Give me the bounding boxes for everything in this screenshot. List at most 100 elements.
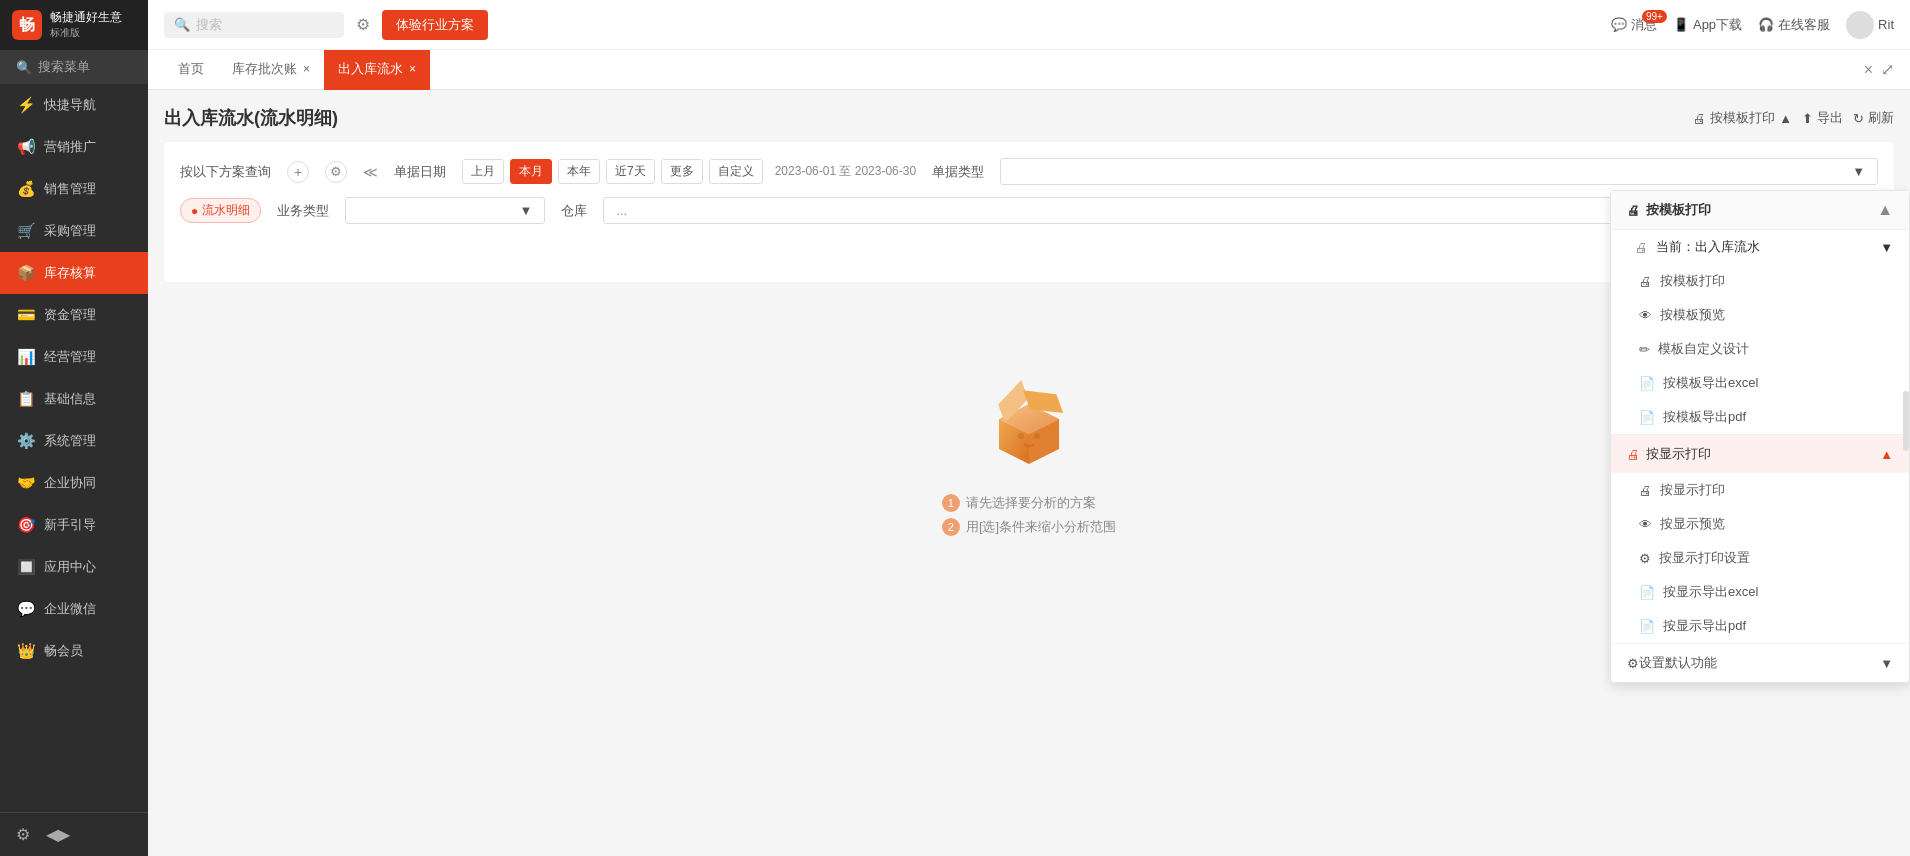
empty-illustration bbox=[979, 374, 1079, 474]
search-icon: 🔍 bbox=[16, 60, 32, 75]
dropdown-display-pdf[interactable]: 📄 按显示导出pdf bbox=[1611, 609, 1909, 643]
sidebar-item-shortcuts[interactable]: ⚡ 快捷导航 bbox=[0, 84, 148, 126]
dropdown-header: 🖨 按模板打印 ▲ bbox=[1611, 191, 1909, 230]
sidebar-item-weixin[interactable]: 💬 企业微信 bbox=[0, 588, 148, 630]
date-btn-more[interactable]: 更多 bbox=[661, 159, 703, 184]
warehouse-label: 仓库 bbox=[561, 202, 587, 220]
date-btn-this-month[interactable]: 本月 bbox=[510, 159, 552, 184]
dropdown-template-preview[interactable]: 👁 按模板预览 bbox=[1611, 298, 1909, 332]
item-label: 按模板打印 bbox=[1660, 272, 1725, 290]
print-icon: 🖨 bbox=[1627, 203, 1640, 218]
basics-icon: 📋 bbox=[16, 390, 36, 408]
template-section: 🖨 按模板打印 👁 按模板预览 ✏ 模板自定义设计 📄 按模板导出excel 📄 bbox=[1611, 264, 1909, 435]
chevron-up-icon[interactable]: ▲ bbox=[1877, 201, 1893, 219]
date-btn-custom[interactable]: 自定义 bbox=[709, 159, 763, 184]
chevron-down-icon: ▼ bbox=[519, 203, 532, 218]
avatar bbox=[1846, 11, 1874, 39]
user-avatar-item[interactable]: Rit bbox=[1846, 11, 1894, 39]
filter-settings-button[interactable]: ⚙ bbox=[325, 161, 347, 183]
export-button[interactable]: ⬆ 导出 bbox=[1802, 109, 1843, 127]
pdf-icon: 📄 bbox=[1639, 619, 1655, 634]
main-content: 🔍 搜索 ⚙ 体验行业方案 💬 消息 99+ 📱 App下载 🎧 在线客服 Ri… bbox=[148, 0, 1910, 856]
tabs-right: × ⤢ bbox=[1864, 60, 1894, 79]
app-download-item[interactable]: 📱 App下载 bbox=[1673, 16, 1742, 34]
svg-point-5 bbox=[1018, 433, 1024, 439]
tab-expand-button[interactable]: ⤢ bbox=[1881, 60, 1894, 79]
doc-type-select[interactable]: ▼ bbox=[1000, 158, 1878, 185]
tab-close-icon[interactable]: × bbox=[303, 62, 310, 76]
tabs-bar: 首页 库存批次账 × 出入库流水 × × ⤢ bbox=[148, 50, 1910, 90]
sidebar-item-operations[interactable]: 📊 经营管理 bbox=[0, 336, 148, 378]
sidebar-item-appstore[interactable]: 🔲 应用中心 bbox=[0, 546, 148, 588]
system-icon: ⚙️ bbox=[16, 432, 36, 450]
cooperation-icon: 🤝 bbox=[16, 474, 36, 492]
settings-icon: ⚙ bbox=[1639, 551, 1651, 566]
collapse-filters-icon[interactable]: ≪ bbox=[363, 164, 378, 180]
business-type-select[interactable]: ▼ bbox=[345, 197, 545, 224]
industry-button[interactable]: 体验行业方案 bbox=[382, 10, 488, 40]
tab-batch[interactable]: 库存批次账 × bbox=[218, 50, 324, 90]
tab-close-icon[interactable]: × bbox=[409, 62, 416, 76]
display-section-header[interactable]: 🖨 按显示打印 ▲ bbox=[1611, 435, 1909, 473]
add-filter-button[interactable]: + bbox=[287, 161, 309, 183]
dropdown-display-print[interactable]: 🖨 按显示打印 bbox=[1611, 473, 1909, 507]
sidebar-item-label: 经营管理 bbox=[44, 348, 96, 366]
chevron-down-icon: ▼ bbox=[1880, 240, 1893, 255]
refresh-button[interactable]: ↻ 刷新 bbox=[1853, 109, 1894, 127]
dropdown-footer[interactable]: ⚙ 设置默认功能 ▼ bbox=[1611, 644, 1909, 682]
print-template-button[interactable]: 🖨 按模板打印 ▲ bbox=[1693, 109, 1792, 127]
date-btn-this-year[interactable]: 本年 bbox=[558, 159, 600, 184]
dropdown-display-excel[interactable]: 📄 按显示导出excel bbox=[1611, 575, 1909, 609]
filter-tag-flow[interactable]: ● 流水明细 bbox=[180, 198, 261, 223]
sidebar-item-marketing[interactable]: 📢 营销推广 bbox=[0, 126, 148, 168]
sidebar-item-cooperation[interactable]: 🤝 企业协同 bbox=[0, 462, 148, 504]
sales-icon: 💰 bbox=[16, 180, 36, 198]
display-section-title: 按显示打印 bbox=[1646, 445, 1711, 463]
preview-icon: 👁 bbox=[1639, 308, 1652, 323]
tab-flow[interactable]: 出入库流水 × bbox=[324, 50, 430, 90]
settings-icon[interactable]: ⚙ bbox=[16, 825, 30, 844]
message-item[interactable]: 💬 消息 99+ bbox=[1611, 16, 1657, 34]
collapse-icon[interactable]: ◀▶ bbox=[46, 825, 70, 844]
sidebar-item-label: 库存核算 bbox=[44, 264, 96, 282]
dropdown-current-label: 当前：出入库流水 bbox=[1656, 238, 1760, 256]
sidebar-search[interactable]: 🔍 搜索菜单 bbox=[0, 50, 148, 84]
warehouse-select[interactable]: ... bbox=[603, 197, 1774, 224]
user-name: Rit bbox=[1878, 17, 1894, 32]
printer-icon: 🖨 bbox=[1635, 240, 1648, 255]
item-label: 按显示打印 bbox=[1660, 481, 1725, 499]
date-btn-7days[interactable]: 近7天 bbox=[606, 159, 655, 184]
dropdown-display-settings[interactable]: ⚙ 按显示打印设置 bbox=[1611, 541, 1909, 575]
print-icon: 🖨 bbox=[1627, 447, 1640, 462]
dropdown-template-print[interactable]: 🖨 按模板打印 bbox=[1611, 264, 1909, 298]
sidebar-item-inventory[interactable]: 📦 库存核算 bbox=[0, 252, 148, 294]
dropdown-display-preview[interactable]: 👁 按显示预览 bbox=[1611, 507, 1909, 541]
page-content: 出入库流水(流水明细) 🖨 按模板打印 ▲ ⬆ 导出 ↻ 刷新 bbox=[148, 90, 1910, 856]
filter-row-1: 按以下方案查询 + ⚙ ≪ 单据日期 上月 本月 本年 近7天 更多 自定义 2… bbox=[180, 158, 1878, 185]
online-service-label: 在线客服 bbox=[1778, 16, 1830, 34]
settings-gear-icon[interactable]: ⚙ bbox=[356, 15, 370, 34]
dropdown-current-item[interactable]: 🖨 当前：出入库流水 ▼ bbox=[1611, 230, 1909, 264]
message-icon: 💬 bbox=[1611, 17, 1627, 32]
header-right: 💬 消息 99+ 📱 App下载 🎧 在线客服 Rit bbox=[1611, 11, 1894, 39]
sidebar-item-sales[interactable]: 💰 销售管理 bbox=[0, 168, 148, 210]
sidebar-item-label: 新手引导 bbox=[44, 516, 96, 534]
online-service-item[interactable]: 🎧 在线客服 bbox=[1758, 16, 1830, 34]
sidebar-item-finance[interactable]: 💳 资金管理 bbox=[0, 294, 148, 336]
business-type-label: 业务类型 bbox=[277, 202, 329, 220]
sidebar-item-guide[interactable]: 🎯 新手引导 bbox=[0, 504, 148, 546]
header-search-box[interactable]: 🔍 搜索 bbox=[164, 12, 344, 38]
dropdown-template-design[interactable]: ✏ 模板自定义设计 bbox=[1611, 332, 1909, 366]
dropdown-template-excel[interactable]: 📄 按模板导出excel bbox=[1611, 366, 1909, 400]
sidebar-item-system[interactable]: ⚙️ 系统管理 bbox=[0, 420, 148, 462]
sidebar-item-basics[interactable]: 📋 基础信息 bbox=[0, 378, 148, 420]
operations-icon: 📊 bbox=[16, 348, 36, 366]
sidebar-item-member[interactable]: 👑 畅会员 bbox=[0, 630, 148, 672]
tab-close-all-button[interactable]: × bbox=[1864, 60, 1873, 79]
date-btn-last-month[interactable]: 上月 bbox=[462, 159, 504, 184]
sidebar-item-purchase[interactable]: 🛒 采购管理 bbox=[0, 210, 148, 252]
tab-home[interactable]: 首页 bbox=[164, 50, 218, 90]
finance-icon: 💳 bbox=[16, 306, 36, 324]
item-label: 按显示打印设置 bbox=[1659, 549, 1750, 567]
dropdown-template-pdf[interactable]: 📄 按模板导出pdf bbox=[1611, 400, 1909, 434]
